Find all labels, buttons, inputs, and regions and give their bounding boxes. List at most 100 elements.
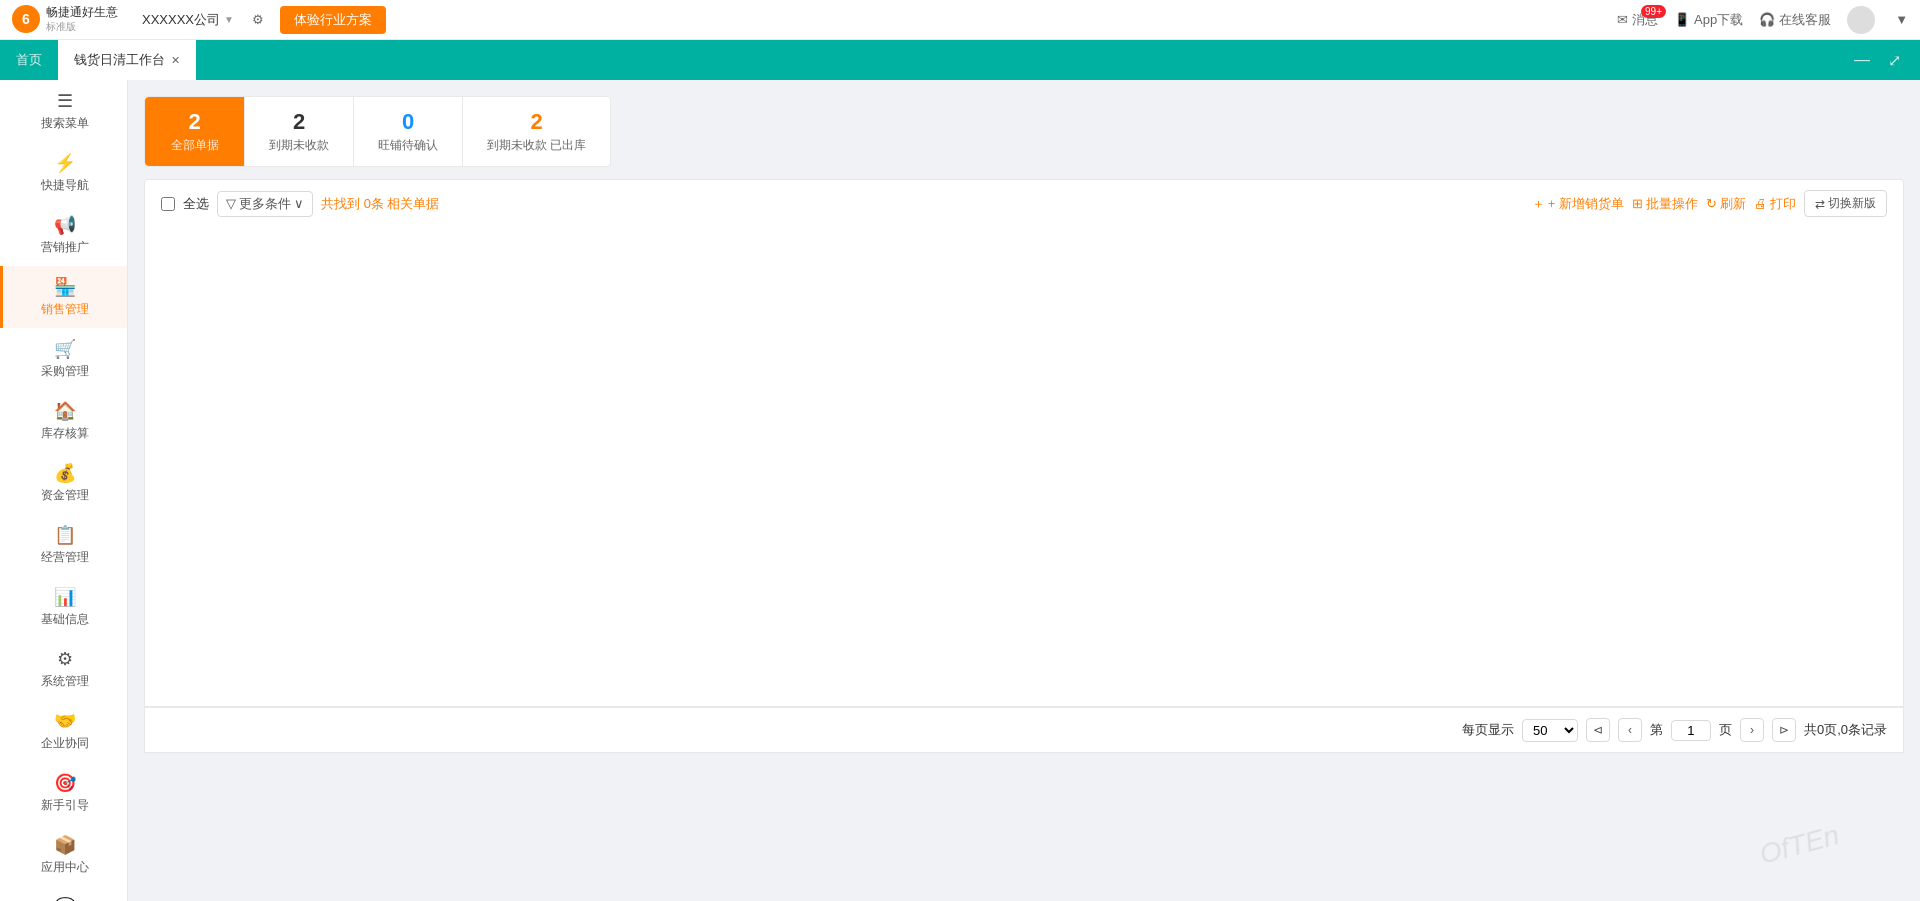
print-button[interactable]: 🖨 打印 (1754, 195, 1796, 213)
first-page-button[interactable]: ⊲ (1586, 718, 1610, 742)
stat-overdue-label: 到期未收款 (269, 137, 329, 154)
enterprise-icon: 🤝 (54, 710, 76, 732)
wechat-icon: 💬 (54, 896, 76, 901)
sidebar: ☰ 搜索菜单 ⚡ 快捷导航 📢 营销推广 🏪 销售管理 🛒 采购管理 🏠 库存核… (0, 80, 128, 901)
stat-all-num: 2 (169, 109, 220, 135)
sidebar-item-marketing[interactable]: 📢 营销推广 (0, 204, 127, 266)
app-center-icon: 📦 (54, 834, 76, 856)
filter-icon: ▽ (226, 196, 236, 211)
user-name[interactable]: ▼ (1891, 12, 1908, 27)
service-icon: 🎧 (1759, 12, 1775, 27)
user-avatar[interactable] (1847, 6, 1875, 34)
tabbar: 首页 钱货日清工作台 ✕ — ⤢ (0, 40, 1920, 80)
sidebar-item-system[interactable]: ⚙ 系统管理 (0, 638, 127, 700)
next-page-button[interactable]: › (1740, 718, 1764, 742)
stat-wangpu[interactable]: 0 旺铺待确认 (354, 97, 463, 166)
guide-icon: 🎯 (54, 772, 76, 794)
toolbar-left: 全选 ▽ 更多条件 ∨ 共找到 0条 相关单据 (161, 191, 439, 217)
sidebar-item-basic-info[interactable]: 📊 基础信息 (0, 576, 127, 638)
switch-version-button[interactable]: ⇄ 切换新版 (1804, 190, 1887, 217)
page-number-input[interactable] (1671, 720, 1711, 741)
basic-info-icon: 📊 (54, 586, 76, 608)
message-badge: 99+ (1641, 5, 1666, 18)
switch-icon: ⇄ (1815, 197, 1825, 211)
pagination: 每页显示 50 20 100 200 ⊲ ‹ 第 页 › ⊳ 共0页,0条记录 (144, 707, 1904, 753)
add-order-button[interactable]: ＋ + 新增销货单 (1532, 195, 1624, 213)
marketing-icon: 📢 (54, 214, 76, 236)
select-all-checkbox[interactable] (161, 197, 175, 211)
finance-icon: 💰 (54, 462, 76, 484)
page-label-prefix: 第 (1650, 721, 1663, 739)
stat-all[interactable]: 2 全部单据 (145, 97, 245, 166)
inventory-icon: 🏠 (54, 400, 76, 422)
tab-home[interactable]: 首页 (0, 40, 58, 80)
tab-minimize-button[interactable]: — (1848, 46, 1876, 74)
download-icon: 📱 (1674, 12, 1690, 27)
stat-wangpu-num: 0 (378, 109, 438, 135)
sidebar-item-search-menu[interactable]: ☰ 搜索菜单 (0, 80, 127, 142)
sidebar-item-wechat[interactable]: 💬 企业微信 (0, 886, 127, 901)
sidebar-item-enterprise[interactable]: 🤝 企业协同 (0, 700, 127, 762)
sidebar-item-app-center[interactable]: 📦 应用中心 (0, 824, 127, 886)
result-count: 0条 (364, 196, 384, 211)
toolbar-right: ＋ + 新增销货单 ⊞ 批量操作 ↻ 刷新 🖨 打印 ⇄ 切换新版 (1532, 190, 1887, 217)
online-service-button[interactable]: 🎧 在线客服 (1759, 11, 1831, 29)
stat-shipped-label: 到期未收款 已出库 (487, 137, 586, 154)
page-label-suffix: 页 (1719, 721, 1732, 739)
quick-nav-icon: ⚡ (54, 152, 76, 174)
system-icon: ⚙ (57, 648, 73, 670)
refresh-button[interactable]: ↻ 刷新 (1706, 195, 1746, 213)
search-menu-icon: ☰ (57, 90, 73, 112)
filter-button[interactable]: ▽ 更多条件 ∨ (217, 191, 313, 217)
stat-shipped[interactable]: 2 到期未收款 已出库 (463, 97, 610, 166)
sales-icon: 🏪 (54, 276, 76, 298)
tab-workbench[interactable]: 钱货日清工作台 ✕ (58, 40, 196, 80)
sidebar-item-inventory[interactable]: 🏠 库存核算 (0, 390, 127, 452)
sidebar-item-finance[interactable]: 💰 资金管理 (0, 452, 127, 514)
logo-text: 畅捷通好生意 标准版 (46, 5, 118, 33)
app-download-button[interactable]: 📱 App下载 (1674, 11, 1743, 29)
sidebar-item-guide[interactable]: 🎯 新手引导 (0, 762, 127, 824)
company-selector[interactable]: XXXXXX公司 ▼ (132, 11, 244, 29)
stats-row: 2 全部单据 2 到期未收款 0 旺铺待确认 2 到期未收款 已出库 (144, 96, 611, 167)
toolbar: 全选 ▽ 更多条件 ∨ 共找到 0条 相关单据 ＋ + 新增销货单 ⊞ 批量操作 (144, 179, 1904, 227)
stat-all-label: 全部单据 (169, 137, 220, 154)
user-dropdown-icon: ▼ (1895, 12, 1908, 27)
purchase-icon: 🛒 (54, 338, 76, 360)
per-page-label: 每页显示 (1462, 721, 1514, 739)
main-content: 2 全部单据 2 到期未收款 0 旺铺待确认 2 到期未收款 已出库 全选 ▽ … (128, 80, 1920, 901)
sidebar-item-sales[interactable]: 🏪 销售管理 (0, 266, 127, 328)
select-all-label: 全选 (183, 195, 209, 213)
tabbar-actions: — ⤢ (1848, 46, 1920, 74)
operations-icon: 📋 (54, 524, 76, 546)
logo-icon: 6 (12, 5, 40, 33)
stat-shipped-num: 2 (487, 109, 586, 135)
result-text: 共找到 0条 相关单据 (321, 195, 439, 213)
stat-overdue-num: 2 (269, 109, 329, 135)
settings-icon[interactable]: ⚙ (244, 6, 272, 34)
table-area (144, 227, 1904, 707)
last-page-button[interactable]: ⊳ (1772, 718, 1796, 742)
page-summary: 共0页,0条记录 (1804, 721, 1887, 739)
topbar-right: ✉ 消息 99+ 📱 App下载 🎧 在线客服 ▼ (1617, 6, 1908, 34)
topbar: 6 畅捷通好生意 标准版 XXXXXX公司 ▼ ⚙ 体验行业方案 ✉ 消息 99… (0, 0, 1920, 40)
sidebar-item-quick-nav[interactable]: ⚡ 快捷导航 (0, 142, 127, 204)
message-button[interactable]: ✉ 消息 99+ (1617, 11, 1658, 29)
refresh-icon: ↻ (1706, 196, 1717, 211)
stat-wangpu-label: 旺铺待确认 (378, 137, 438, 154)
sidebar-item-operations[interactable]: 📋 经营管理 (0, 514, 127, 576)
print-icon: 🖨 (1754, 196, 1767, 211)
batch-icon: ⊞ (1632, 196, 1643, 211)
prev-page-button[interactable]: ‹ (1618, 718, 1642, 742)
company-dropdown-icon: ▼ (224, 14, 234, 25)
stat-overdue[interactable]: 2 到期未收款 (245, 97, 354, 166)
trial-button[interactable]: 体验行业方案 (280, 6, 386, 34)
filter-dropdown-icon: ∨ (294, 196, 304, 211)
tab-close-icon[interactable]: ✕ (171, 54, 180, 67)
add-icon: ＋ (1532, 195, 1545, 213)
sidebar-item-purchase[interactable]: 🛒 采购管理 (0, 328, 127, 390)
per-page-select[interactable]: 50 20 100 200 (1522, 719, 1578, 742)
tab-maximize-button[interactable]: ⤢ (1880, 46, 1908, 74)
batch-button[interactable]: ⊞ 批量操作 (1632, 195, 1698, 213)
message-icon: ✉ (1617, 12, 1628, 27)
